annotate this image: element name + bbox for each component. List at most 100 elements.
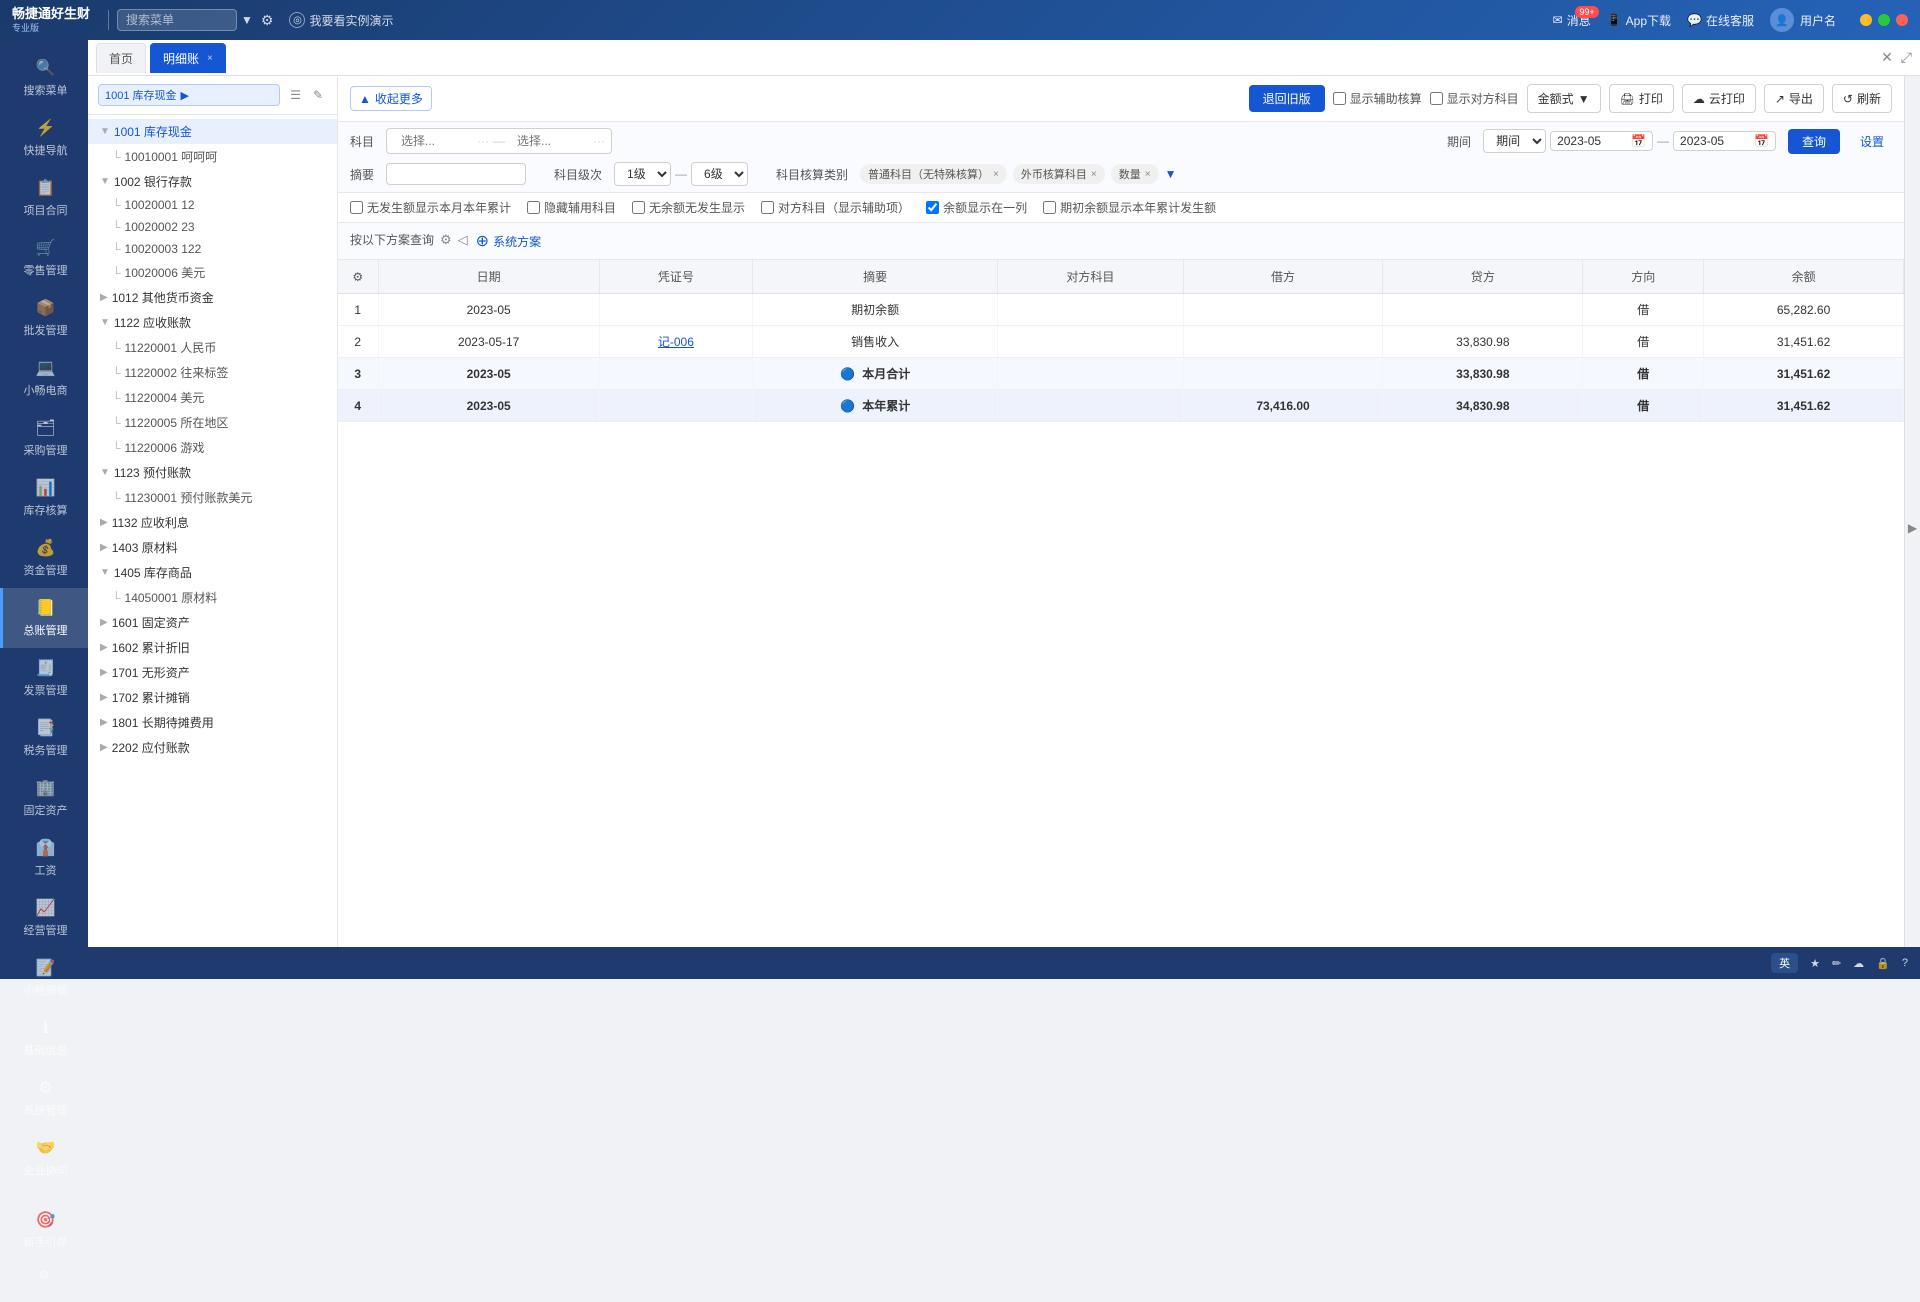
sidebar-item-ecommerce[interactable]: 💻 小畅电商 <box>0 348 88 408</box>
summary-input[interactable] <box>386 163 526 185</box>
tree-item-1601[interactable]: ▶ 1601 固定资产 <box>88 610 337 635</box>
sidebar-item-salary[interactable]: 👔 工资 <box>0 828 88 888</box>
sidebar-item-agreement[interactable]: 🤝 企业协同 <box>0 1128 88 1188</box>
sidebar-item-basic[interactable]: ℹ 基础信息 <box>0 1008 88 1068</box>
tree-item-1701[interactable]: ▶ 1701 无形资产 <box>88 660 337 685</box>
edit-btn[interactable]: ✏ <box>1832 957 1841 970</box>
tree-item-10020001[interactable]: └ 10020001 12 <box>88 194 337 216</box>
tab-home[interactable]: 首页 <box>96 43 146 73</box>
table-wrapper[interactable]: ⚙ 日期 凭证号 摘要 对方科目 借方 贷方 方向 余额 <box>338 260 1904 979</box>
print-btn[interactable]: 🖨 打印 <box>1609 84 1674 113</box>
system-plan-btn[interactable]: ⊕ 系统方案 <box>476 231 541 251</box>
refresh-btn[interactable]: ↺ 刷新 <box>1832 84 1892 113</box>
window-maximize[interactable] <box>1878 14 1890 26</box>
tree-item-1403[interactable]: ▶ 1403 原材料 <box>88 535 337 560</box>
sidebar-item-accounting[interactable]: 📒 总账管理 <box>0 588 88 648</box>
tree-item-11220004[interactable]: └ 11220004 美元 <box>88 385 337 410</box>
settings-icon[interactable]: ⚙ <box>261 12 274 29</box>
star-btn[interactable]: ★ <box>1810 957 1820 970</box>
help-btn[interactable]: ? <box>1902 957 1908 969</box>
tree-item-1001[interactable]: ▼ 1001 库存现金 <box>88 119 337 144</box>
period-start-input[interactable] <box>1557 134 1627 148</box>
tab-ledger[interactable]: 明细账 × <box>150 43 226 73</box>
sidebar-item-project[interactable]: 📋 项目合同 <box>0 168 88 228</box>
user-menu[interactable]: 👤 用户名 <box>1770 8 1836 32</box>
sidebar-item-inventory[interactable]: 📊 库存核算 <box>0 468 88 528</box>
currency-format-btn[interactable]: 金额式 ▼ <box>1527 84 1601 113</box>
cb-hide-aux-input[interactable] <box>527 201 540 214</box>
tree-item-10020003[interactable]: └ 10020003 122 <box>88 238 337 260</box>
sidebar-item-finance[interactable]: 💰 资金管理 <box>0 528 88 588</box>
sidebar-item-tax[interactable]: 📑 税务管理 <box>0 708 88 768</box>
filter-tag-quantity-close[interactable]: × <box>1145 169 1151 180</box>
back-old-version-btn[interactable]: 退回旧版 <box>1249 85 1325 112</box>
tree-menu-btn[interactable]: ☰ <box>286 86 305 104</box>
tree-edit-btn[interactable]: ✎ <box>309 86 327 104</box>
panel-maximize-btn[interactable]: ⤢ <box>1901 49 1912 66</box>
period-type-select[interactable]: 期间 <box>1483 129 1546 153</box>
sidebar-item-invoice[interactable]: 🧾 发票管理 <box>0 648 88 708</box>
sidebar-item-guide[interactable]: 🎯 新手引导 <box>17 1200 72 1260</box>
subject-input[interactable] <box>393 131 473 151</box>
tree-item-1012[interactable]: ▶ 1012 其他货币资金 <box>88 285 337 310</box>
sidebar-item-purchase[interactable]: 🗂 采购管理 <box>0 408 88 468</box>
tree-item-11220005[interactable]: └ 11220005 所在地区 <box>88 410 337 435</box>
account-tag[interactable]: 1001 库存现金 ▶ <box>98 84 280 106</box>
cb-no-balance-input[interactable] <box>632 201 645 214</box>
tree-item-1702[interactable]: ▶ 1702 累计摊销 <box>88 685 337 710</box>
tab-close-btn[interactable]: × <box>207 53 213 64</box>
sidebar-item-search[interactable]: 🔍 搜索菜单 <box>0 48 88 108</box>
search-dropdown-icon[interactable]: ▼ <box>241 13 253 27</box>
more-filters-btn[interactable]: ▲ 收起更多 <box>350 86 432 111</box>
tree-item-10020006[interactable]: └ 10020006 美元 <box>88 260 337 285</box>
tree-item-1602[interactable]: ▶ 1602 累计折旧 <box>88 635 337 660</box>
category-dropdown-icon[interactable]: ▼ <box>1165 167 1177 181</box>
export-btn[interactable]: ↗ 导出 <box>1764 84 1824 113</box>
tree-item-1801[interactable]: ▶ 1801 长期待摊费用 <box>88 710 337 735</box>
sidebar-item-system[interactable]: ⚙ 系统管理 <box>0 1068 88 1128</box>
cb-opening-ytd-input[interactable] <box>1043 201 1056 214</box>
sidebar-item-wholesale[interactable]: 📦 批发管理 <box>0 288 88 348</box>
online-service-btn[interactable]: 💬 在线客服 <box>1687 12 1754 29</box>
sidebar-item-assets[interactable]: 🏢 固定资产 <box>0 768 88 828</box>
cloud-print-btn[interactable]: ☁ 云打印 <box>1682 84 1756 113</box>
cloud-sync-btn[interactable]: ☁ <box>1853 957 1864 970</box>
tree-item-10020002[interactable]: └ 10020002 23 <box>88 216 337 238</box>
subject-end-input[interactable] <box>509 131 589 151</box>
th-config[interactable]: ⚙ <box>338 260 378 294</box>
panel-close-btn[interactable]: ✕ <box>1881 49 1893 66</box>
query-btn[interactable]: 查询 <box>1788 129 1840 154</box>
search-input[interactable] <box>117 9 237 31</box>
show-aux-checkbox[interactable] <box>1333 92 1346 105</box>
sidebar-item-sales-report[interactable]: 📝 小畅报销 <box>0 948 88 1008</box>
tree-item-1123[interactable]: ▼ 1123 预付账款 <box>88 460 337 485</box>
tree-item-1122[interactable]: ▼ 1122 应收账款 <box>88 310 337 335</box>
filter-tag-normal-close[interactable]: × <box>993 169 999 180</box>
level-end-select[interactable]: 6级 5级 <box>691 162 748 186</box>
tree-item-1132[interactable]: ▶ 1132 应收利息 <box>88 510 337 535</box>
sidebar-item-ops[interactable]: 📈 经营管理 <box>0 888 88 948</box>
tree-item-1002[interactable]: ▼ 1002 银行存款 <box>88 169 337 194</box>
tree-item-11220002[interactable]: └ 11220002 往来标签 <box>88 360 337 385</box>
filter-tag-foreign-close[interactable]: × <box>1091 169 1097 180</box>
sidebar-item-quick-nav[interactable]: ⚡ 快捷导航 <box>0 108 88 168</box>
voucher-link[interactable]: 记-006 <box>658 335 694 349</box>
show-contra-checkbox[interactable] <box>1430 92 1443 105</box>
tree-item-1405[interactable]: ▼ 1405 库存商品 <box>88 560 337 585</box>
app-download-btn[interactable]: 📱 App下载 <box>1607 12 1671 29</box>
cb-no-occurrence-input[interactable] <box>350 201 363 214</box>
messages-btn[interactable]: ✉ 消息 99+ <box>1553 12 1591 29</box>
tree-item-2202[interactable]: ▶ 2202 应付账款 <box>88 735 337 760</box>
window-minimize[interactable] <box>1860 14 1872 26</box>
query-help-icon[interactable]: ⚙ <box>440 232 452 248</box>
filter-settings-btn[interactable]: 设置 <box>1852 129 1892 154</box>
language-btn[interactable]: 英 <box>1771 953 1798 973</box>
query-collapse-icon[interactable]: ◁ <box>458 232 468 248</box>
tree-item-11230001[interactable]: └ 11230001 预付账款美元 <box>88 485 337 510</box>
right-panel-collapse[interactable]: ▶ <box>1904 76 1920 979</box>
tree-item-11220006[interactable]: └ 11220006 游戏 <box>88 435 337 460</box>
tree-item-14050001[interactable]: └ 14050001 原材料 <box>88 585 337 610</box>
demo-btn[interactable]: ◎ 我要看实例演示 <box>289 12 393 29</box>
level-start-select[interactable]: 1级 2级 <box>614 162 671 186</box>
cb-balance-one-col-input[interactable] <box>926 201 939 214</box>
